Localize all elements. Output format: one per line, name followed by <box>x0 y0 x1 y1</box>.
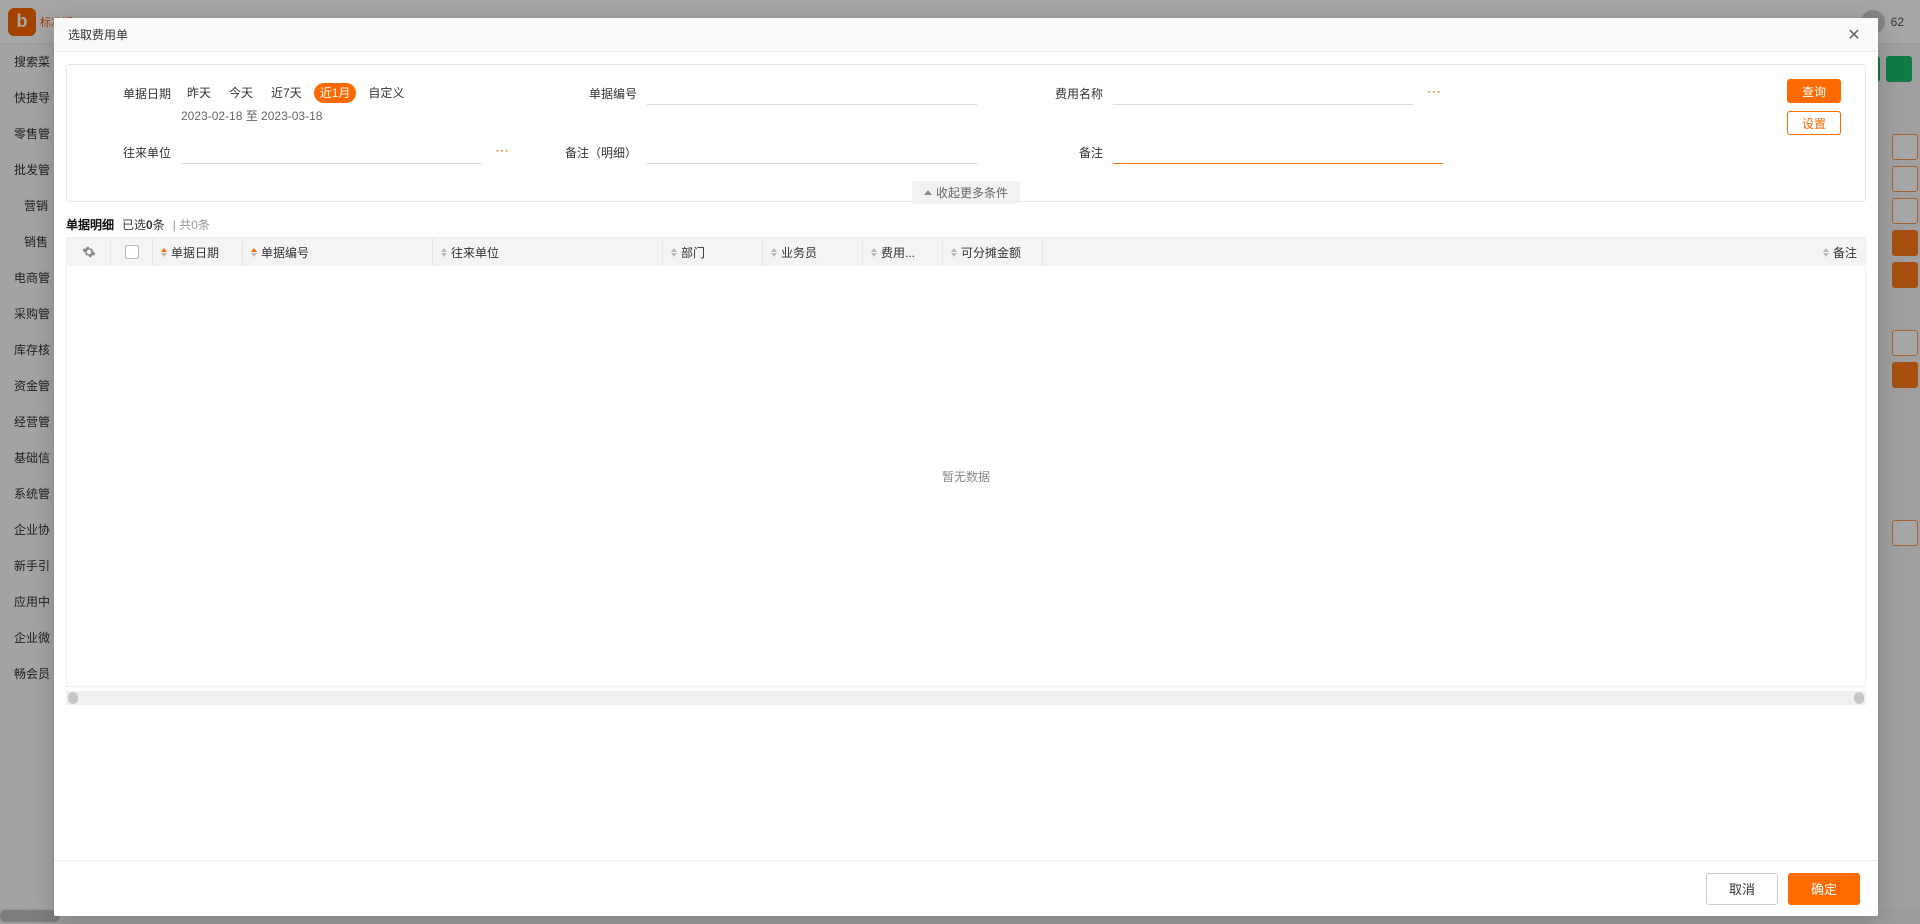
ok-button[interactable]: 确定 <box>1788 873 1860 905</box>
close-icon[interactable]: ✕ <box>1844 25 1864 45</box>
label-remark: 备注 <box>1023 142 1103 164</box>
date-quick-option[interactable]: 近7天 <box>265 83 308 103</box>
collapse-filters-button[interactable]: 收起更多条件 <box>912 181 1020 204</box>
label-remark-detail: 备注（明细） <box>557 142 637 164</box>
modal-body: 查询 设置 单据日期 昨天今天近7天近1月自定义 2023-02-18 至 20… <box>54 52 1878 860</box>
doc-no-input[interactable] <box>647 83 977 105</box>
col-remark[interactable]: 备注 <box>1043 238 1865 266</box>
settings-button[interactable]: 设置 <box>1787 111 1841 135</box>
col-doc-date[interactable]: 单据日期 <box>153 238 243 266</box>
col-staff[interactable]: 业务员 <box>763 238 863 266</box>
party-more-icon[interactable]: ⋯ <box>491 142 514 159</box>
col-doc-no[interactable]: 单据编号 <box>243 238 433 266</box>
query-button[interactable]: 查询 <box>1787 79 1841 103</box>
select-all-checkbox[interactable] <box>111 238 153 266</box>
grid-horizontal-scrollbar[interactable] <box>66 691 1866 705</box>
date-range-text[interactable]: 2023-02-18 至 2023-03-18 <box>181 107 410 124</box>
party-input[interactable] <box>181 142 481 164</box>
date-quick-option[interactable]: 昨天 <box>181 83 217 103</box>
grid-header: 单据日期 单据编号 往来单位 部门 业务员 <box>67 238 1865 266</box>
selected-count: 已选0条 <box>122 216 165 233</box>
gear-icon <box>82 245 96 259</box>
date-quick-option[interactable]: 今天 <box>223 83 259 103</box>
col-fee[interactable]: 费用... <box>863 238 943 266</box>
total-count: | 共0条 <box>173 216 210 233</box>
collapse-label: 收起更多条件 <box>936 184 1008 201</box>
label-fee-name: 费用名称 <box>1023 83 1103 105</box>
filter-panel: 查询 设置 单据日期 昨天今天近7天近1月自定义 2023-02-18 至 20… <box>66 64 1866 202</box>
detail-header: 单据明细 已选0条 | 共0条 <box>66 212 1866 237</box>
filter-action-buttons: 查询 设置 <box>1787 79 1841 135</box>
chevron-up-icon <box>924 190 932 195</box>
fee-name-input[interactable] <box>1113 83 1413 105</box>
col-dept[interactable]: 部门 <box>663 238 763 266</box>
detail-title: 单据明细 <box>66 216 114 233</box>
modal-footer: 取消 确定 <box>54 860 1878 916</box>
date-quick-options: 昨天今天近7天近1月自定义 <box>181 83 410 103</box>
modal-title: 选取费用单 <box>68 26 128 43</box>
cancel-button[interactable]: 取消 <box>1706 873 1778 905</box>
column-settings-button[interactable] <box>67 238 111 266</box>
col-alloc[interactable]: 可分摊金额 <box>943 238 1043 266</box>
date-quick-option[interactable]: 近1月 <box>314 83 357 103</box>
fee-name-more-icon[interactable]: ⋯ <box>1423 83 1446 100</box>
grid-empty-text: 暂无数据 <box>67 266 1865 686</box>
label-doc-no: 单据编号 <box>557 83 637 105</box>
modal-select-expense: 选取费用单 ✕ 查询 设置 单据日期 昨天今天近7天近1月自定义 2023-02… <box>54 18 1878 916</box>
label-doc-date: 单据日期 <box>91 83 171 105</box>
remark-detail-input[interactable] <box>647 142 977 164</box>
modal-header: 选取费用单 ✕ <box>54 18 1878 52</box>
remark-input[interactable] <box>1113 142 1443 164</box>
date-quick-option[interactable]: 自定义 <box>362 83 410 103</box>
result-grid: 单据日期 单据编号 往来单位 部门 业务员 <box>66 237 1866 687</box>
label-party: 往来单位 <box>91 142 171 164</box>
col-party[interactable]: 往来单位 <box>433 238 663 266</box>
